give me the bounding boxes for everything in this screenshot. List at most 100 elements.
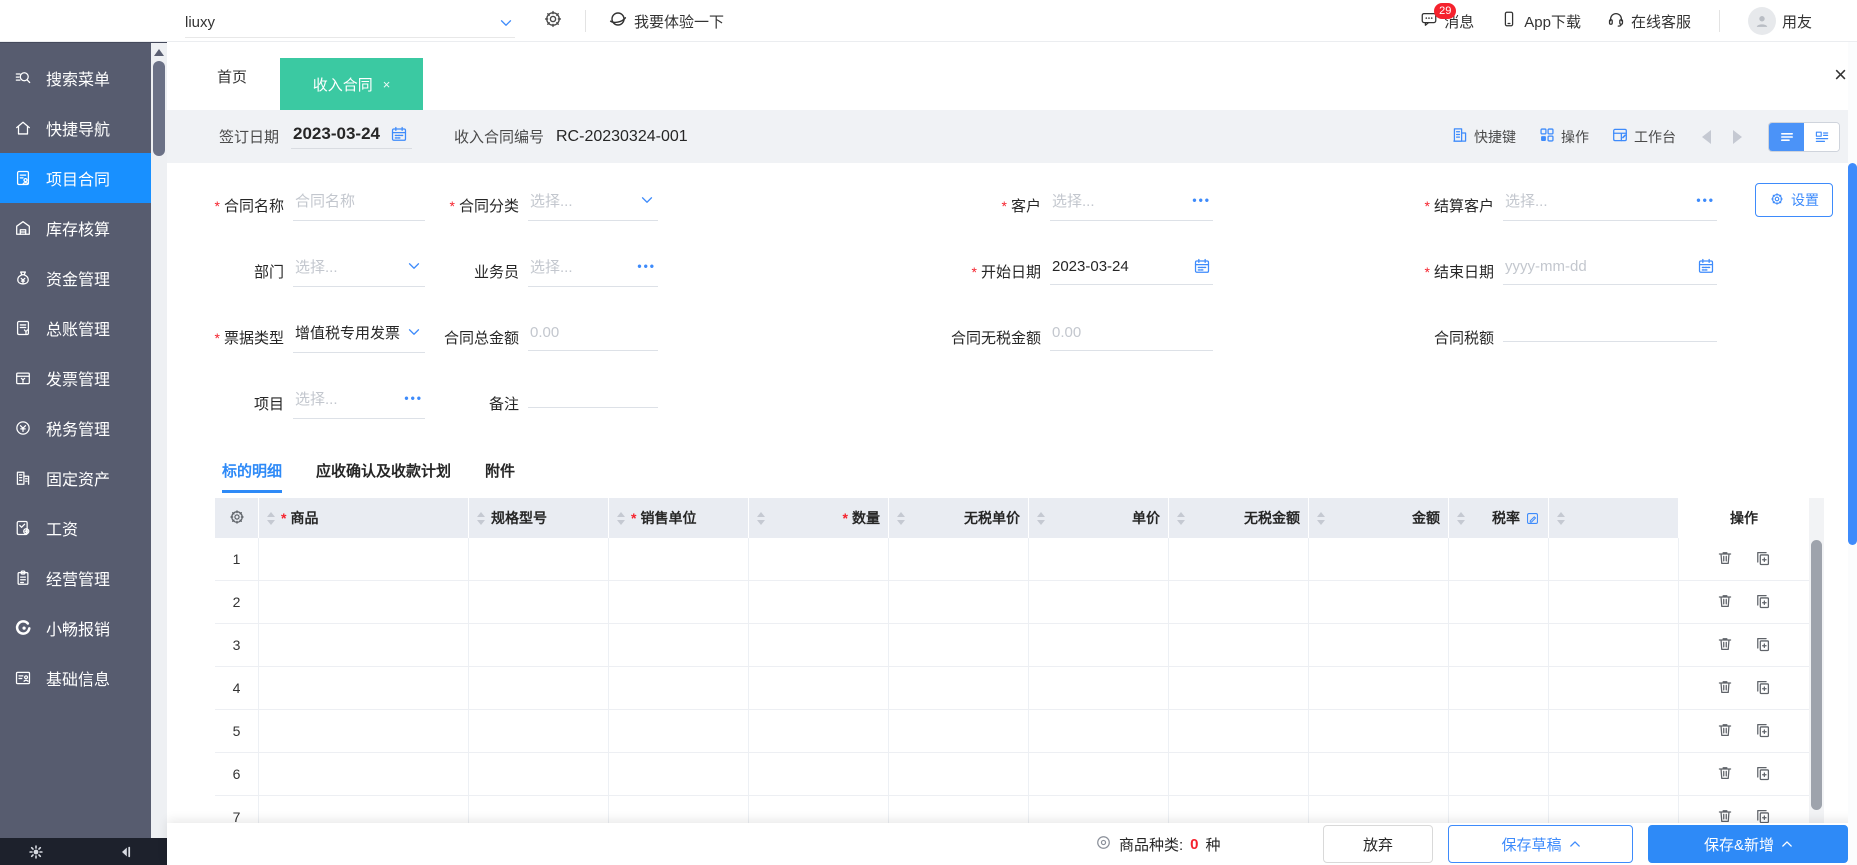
delete-row-icon[interactable] [1716,549,1734,570]
chevron-down-icon[interactable] [638,191,656,209]
table-cell[interactable] [259,538,469,580]
table-cell[interactable] [1169,710,1309,752]
field-input[interactable]: 选择... [528,190,658,221]
table-cell[interactable] [749,581,889,623]
page-scroll-thumb[interactable] [1848,163,1857,545]
field-input[interactable]: 选择... [293,256,425,287]
field-input[interactable]: 0.00 [528,324,658,351]
ellipsis-icon[interactable]: ••• [1696,193,1715,207]
table-cell[interactable] [469,624,609,666]
table-cell[interactable] [1309,753,1449,795]
sort-icon[interactable] [1457,511,1465,525]
table-cell[interactable] [1309,624,1449,666]
table-cell[interactable] [609,624,749,666]
table-cell[interactable] [469,538,609,580]
table-cell[interactable] [1309,667,1449,709]
table-cell[interactable] [749,796,889,823]
table-cell[interactable] [469,753,609,795]
table-cell[interactable] [609,581,749,623]
table-cell[interactable] [609,710,749,752]
column-settings-button[interactable] [215,498,259,538]
sidebar-item-12[interactable]: 小畅报销 [0,603,167,653]
calendar-icon[interactable] [390,125,408,143]
table-cell[interactable] [259,753,469,795]
save-draft-button[interactable]: 保存草稿 [1448,825,1633,863]
table-cell[interactable] [1169,753,1309,795]
table-cell[interactable] [1549,753,1679,795]
online-service-button[interactable]: 在线客服 [1607,10,1691,32]
field-input[interactable]: 合同名称 [293,190,425,221]
sort-icon[interactable] [267,511,275,525]
page-scrollbar[interactable] [1848,42,1857,865]
table-cell[interactable] [749,538,889,580]
table-cell[interactable] [1029,581,1169,623]
sidebar-item-10[interactable]: 工资 [0,503,167,553]
field-input[interactable] [528,398,658,408]
table-cell[interactable] [889,624,1029,666]
table-cell[interactable] [1309,796,1449,823]
chevron-down-icon[interactable] [405,323,423,341]
table-cell[interactable] [1309,538,1449,580]
table-cell[interactable] [1169,538,1309,580]
tab-income-contract[interactable]: 收入合同 × [280,58,423,110]
page-next-icon[interactable] [1733,129,1742,144]
table-cell[interactable] [609,538,749,580]
sidebar-item-5[interactable]: 资金管理 [0,253,167,303]
messages-button[interactable]: 消息 29 [1420,3,1474,32]
copy-row-icon[interactable] [1754,592,1772,613]
table-cell[interactable] [259,796,469,823]
field-input[interactable]: 选择... ••• [528,256,658,287]
table-cell[interactable] [609,753,749,795]
sidebar-scrollbar[interactable] [151,43,167,838]
table-cell[interactable] [469,667,609,709]
sidebar-item-2[interactable]: 快捷导航 [0,103,167,153]
delete-row-icon[interactable] [1716,635,1734,656]
account-select[interactable]: liuxy [185,8,515,38]
column-header-7[interactable]: 无税金额 [1169,498,1309,538]
sort-icon[interactable] [617,511,625,525]
table-cell[interactable] [1549,581,1679,623]
calendar-icon[interactable] [1193,257,1211,275]
copy-row-icon[interactable] [1754,764,1772,785]
sort-icon[interactable] [1177,511,1185,525]
sort-icon[interactable] [1037,511,1045,525]
table-cell[interactable] [1449,667,1549,709]
table-scroll-thumb[interactable] [1811,540,1822,810]
table-cell[interactable] [1029,538,1169,580]
chevron-down-icon[interactable] [405,257,423,275]
sidebar-item-3[interactable]: 项目合同 [0,153,167,203]
table-scrollbar[interactable] [1809,498,1824,823]
detail-tab-1[interactable]: 标的明细 [222,455,283,493]
sign-date-input[interactable]: 2023-03-24 [291,124,412,149]
discard-button[interactable]: 放弃 [1323,825,1433,863]
table-cell[interactable] [609,667,749,709]
table-cell[interactable] [1169,796,1309,823]
column-header-spacer[interactable] [1549,498,1679,538]
list-view-button[interactable] [1769,122,1804,151]
table-cell[interactable] [1029,624,1169,666]
shortcut-keys-button[interactable]: 快捷键 [1451,126,1516,147]
sort-icon[interactable] [897,511,905,525]
table-cell[interactable] [889,581,1029,623]
card-view-button[interactable] [1804,122,1839,151]
table-cell[interactable] [1549,624,1679,666]
tab-home[interactable]: 首页 [217,42,247,110]
sidebar-item-13[interactable]: 基础信息 [0,653,167,703]
settings-button[interactable]: 设置 [1755,183,1833,217]
table-cell[interactable] [889,710,1029,752]
sidebar-item-4[interactable]: 库存核算 [0,203,167,253]
field-input[interactable]: 选择... ••• [1050,190,1213,221]
table-cell[interactable] [1449,538,1549,580]
sidebar-item-11[interactable]: 经营管理 [0,553,167,603]
sort-icon[interactable] [1557,511,1565,525]
sidebar-scroll-thumb[interactable] [153,61,165,156]
table-cell[interactable] [259,581,469,623]
page-prev-icon[interactable] [1702,129,1711,144]
user-menu[interactable]: 用友 [1747,7,1812,35]
edit-column-icon[interactable] [1525,511,1540,526]
column-header-3[interactable]: * 销售单位 [609,498,749,538]
field-input[interactable]: 增值税专用发票 [293,322,425,353]
table-cell[interactable] [1449,710,1549,752]
ellipsis-icon[interactable]: ••• [404,391,423,405]
copy-row-icon[interactable] [1754,807,1772,824]
